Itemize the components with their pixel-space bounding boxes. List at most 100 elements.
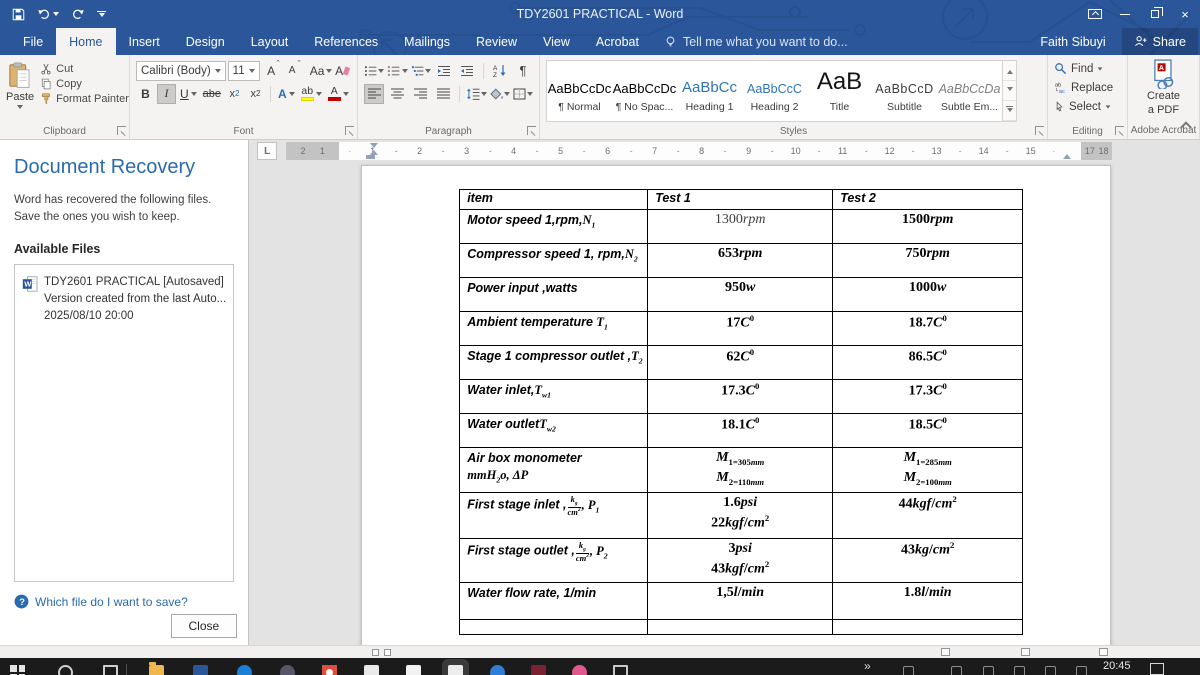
recovery-close-button[interactable]: Close <box>170 614 238 638</box>
superscript-button[interactable]: x2 <box>246 84 265 104</box>
table-cell[interactable] <box>459 619 649 635</box>
taskbar-overflow-chevron[interactable]: » <box>864 659 871 673</box>
horizontal-ruler[interactable]: 21 123456789101112131415 1718 <box>286 142 1113 160</box>
table-cell[interactable]: 17C0 <box>647 311 834 346</box>
table-cell[interactable]: 3psi 43kgf/cm2 <box>647 538 834 583</box>
sort-button[interactable]: AZ <box>490 61 510 81</box>
tab-design[interactable]: Design <box>173 28 238 55</box>
undo-button[interactable] <box>37 8 59 21</box>
style-heading-1[interactable]: AaBbCc Heading 1 <box>677 61 742 121</box>
style-heading-2[interactable]: AaBbCcC Heading 2 <box>742 61 807 121</box>
table-cell[interactable]: 18.7C0 <box>832 311 1024 346</box>
table-header-cell[interactable]: item <box>459 189 649 210</box>
tab-file[interactable]: File <box>10 28 56 55</box>
file-explorer-icon[interactable] <box>149 662 164 675</box>
clipboard-dialog-launcher-icon[interactable] <box>117 126 126 135</box>
tab-review[interactable]: Review <box>463 28 530 55</box>
table-cell[interactable]: 43kg/cm2 <box>832 538 1024 583</box>
app-icon-maroon[interactable] <box>531 665 546 675</box>
styles-dialog-launcher-icon[interactable] <box>1035 126 1044 135</box>
document-page[interactable]: item Test 1 Test 2 Motor speed 1,rpm,N1 1300… <box>361 165 1112 645</box>
table-header-cell[interactable]: Test 1 <box>647 189 834 210</box>
clear-formatting-button[interactable]: A <box>333 61 352 81</box>
text-effects-button[interactable]: A <box>276 84 297 104</box>
bullets-button[interactable] <box>364 61 385 81</box>
show-formatting-marks-button[interactable]: ¶ <box>513 61 533 81</box>
share-button[interactable]: Share <box>1121 28 1198 55</box>
style-subtle-em[interactable]: AaBbCcDa Subtle Em... <box>937 61 1002 121</box>
style-subtitle[interactable]: AaBbCcD Subtitle <box>872 61 937 121</box>
table-cell[interactable]: Stage 1 compressor outlet ,T2 <box>459 345 649 380</box>
align-left-button[interactable] <box>364 83 384 104</box>
grow-font-button[interactable]: A <box>262 59 281 81</box>
change-case-button[interactable]: Aa <box>310 61 333 81</box>
tray-icon[interactable] <box>1045 666 1056 675</box>
style-title[interactable]: AaB Title <box>807 61 872 121</box>
text-highlight-button[interactable]: ab <box>299 84 324 104</box>
strikethrough-button[interactable]: abe <box>201 84 223 104</box>
table-cell[interactable]: 1300rpm <box>647 209 834 244</box>
tab-layout[interactable]: Layout <box>238 28 302 55</box>
table-cell[interactable]: 44kgf/cm2 <box>832 492 1024 539</box>
table-cell[interactable]: Water outletTw2 <box>459 413 649 448</box>
copy-button[interactable]: Copy <box>40 78 129 90</box>
undo-dropdown-caret[interactable] <box>53 12 59 16</box>
tab-home[interactable]: Home <box>56 28 116 55</box>
table-cell[interactable]: Motor speed 1,rpm,N1 <box>459 209 649 244</box>
table-cell[interactable]: 1.6psi 22kgf/cm2 <box>647 492 834 539</box>
app-icon-gray[interactable] <box>280 665 295 675</box>
taskbar-clock[interactable]: 20:45 <box>1103 660 1131 672</box>
minimize-icon[interactable] <box>1110 0 1140 28</box>
restore-icon[interactable] <box>1140 0 1170 28</box>
paragraph-dialog-launcher-icon[interactable] <box>527 126 536 135</box>
align-center-button[interactable] <box>387 84 407 104</box>
style-no-spac[interactable]: AaBbCcDc ¶ No Spac... <box>612 61 677 121</box>
table-cell[interactable]: First stage inlet , kg cm2, P1 <box>459 492 649 539</box>
tab-references[interactable]: References <box>301 28 391 55</box>
table-cell[interactable]: First stage outlet , kg cm2, P2 <box>459 538 649 583</box>
web-layout-view-icon[interactable] <box>1099 648 1108 656</box>
customize-quick-access-icon[interactable] <box>97 11 106 17</box>
table-cell[interactable]: 17.3C0 <box>832 379 1024 414</box>
table-cell[interactable]: M1=305mm M2=110mm <box>647 447 834 493</box>
cut-button[interactable]: Cut <box>40 63 129 75</box>
tab-mailings[interactable]: Mailings <box>391 28 463 55</box>
subscript-button[interactable]: x2 <box>225 84 244 104</box>
find-button[interactable]: Find <box>1054 60 1121 77</box>
create-pdf-button[interactable]: A Create a PDF <box>1147 59 1180 118</box>
font-color-button[interactable]: A <box>326 84 351 104</box>
tray-icon[interactable] <box>983 666 994 675</box>
numbering-button[interactable] <box>387 61 408 81</box>
left-indent-marker[interactable] <box>366 155 376 159</box>
table-cell[interactable]: 950w <box>647 277 834 312</box>
styles-scroll-up-icon[interactable] <box>1003 61 1016 81</box>
table-cell[interactable]: 1500rpm <box>832 209 1024 244</box>
tray-icon[interactable] <box>1076 666 1087 675</box>
table-cell[interactable]: Power input ,watts <box>459 277 649 312</box>
search-icon[interactable] <box>58 665 73 675</box>
table-cell[interactable]: M1=285mm M2=100mm <box>832 447 1024 493</box>
tab-acrobat[interactable]: Acrobat <box>583 28 652 55</box>
shading-button[interactable] <box>489 84 511 104</box>
table-cell[interactable]: 18.1C0 <box>647 413 834 448</box>
replace-button[interactable]: ab ac Replace <box>1054 79 1121 96</box>
edge-icon[interactable] <box>237 665 252 675</box>
tray-icon[interactable] <box>903 666 914 675</box>
table-cell[interactable]: Compressor speed 1, rpm,N2 <box>459 243 649 278</box>
underline-button[interactable]: U <box>178 84 199 104</box>
action-center-icon[interactable] <box>1150 663 1164 675</box>
table-cell[interactable]: 1000w <box>832 277 1024 312</box>
styles-more-icon[interactable] <box>1003 101 1016 121</box>
style-normal[interactable]: AaBbCcDc ¶ Normal <box>547 61 612 121</box>
shrink-font-button[interactable]: A <box>283 59 302 81</box>
tray-icon[interactable] <box>951 666 962 675</box>
table-cell[interactable]: 750rpm <box>832 243 1024 278</box>
multilevel-list-button[interactable] <box>411 61 432 81</box>
justify-button[interactable] <box>433 84 453 104</box>
table-cell[interactable]: Water inlet,Tw1 <box>459 379 649 414</box>
bold-button[interactable]: B <box>136 84 155 104</box>
print-layout-view-icon[interactable] <box>1021 648 1030 656</box>
table-cell[interactable]: 86.5C0 <box>832 345 1024 380</box>
tray-icon[interactable] <box>1014 666 1025 675</box>
tell-me-box[interactable]: Tell me what you want to do... <box>652 28 860 55</box>
